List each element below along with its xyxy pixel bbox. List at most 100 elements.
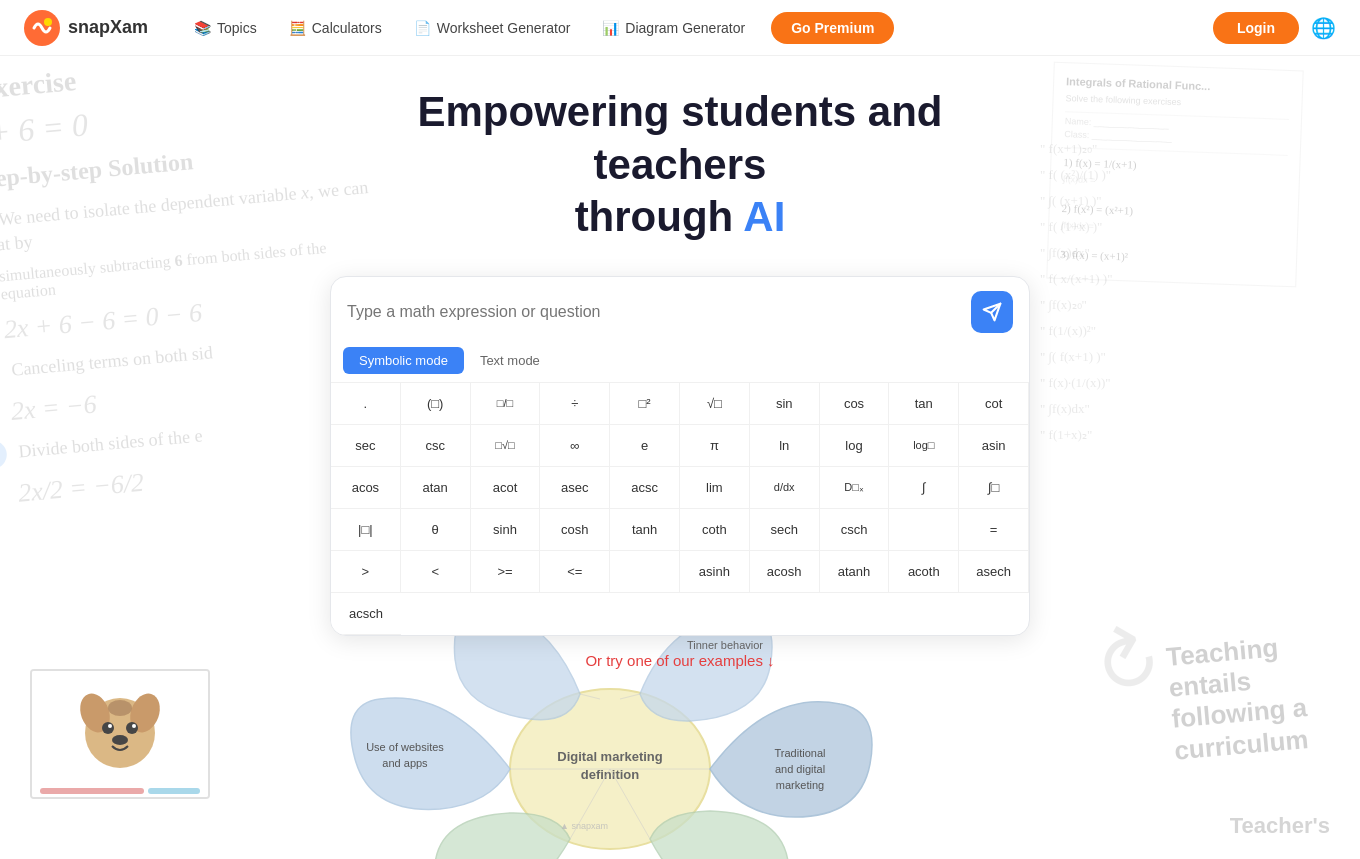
worksheet-paper-title: Integrals of Rational Func... (1066, 75, 1290, 95)
search-box: Symbolic mode Text mode . (□) □/□ ÷ □² √… (330, 276, 1030, 636)
svg-text:definition: definition (581, 767, 640, 782)
math-btn-csc[interactable]: csc (401, 425, 471, 467)
svg-line-25 (610, 769, 650, 839)
headline-part1: Empowering students and teachers (417, 88, 942, 188)
svg-point-9 (112, 735, 128, 745)
math-btn-acsc[interactable]: acsc (610, 467, 680, 509)
math-btn-lim[interactable]: lim (680, 467, 750, 509)
svg-text:and apps: and apps (382, 757, 428, 769)
math-btn-asec[interactable]: asec (540, 467, 610, 509)
math-btn-lte[interactable]: <= (540, 551, 610, 593)
login-button[interactable]: Login (1213, 12, 1299, 44)
math-btn-asinh[interactable]: asinh (680, 551, 750, 593)
math-btn-sin[interactable]: sin (750, 383, 820, 425)
svg-point-1 (44, 18, 52, 26)
math-btn-nthroot[interactable]: □√□ (471, 425, 541, 467)
math-btn-lt[interactable]: < (401, 551, 471, 593)
math-btn-e[interactable]: e (610, 425, 680, 467)
math-btn-tanh[interactable]: tanh (610, 509, 680, 551)
search-input[interactable] (347, 303, 971, 321)
teachers-text: Teacher's (1230, 813, 1330, 839)
math-btn-acosh[interactable]: acosh (750, 551, 820, 593)
math-btn-cot[interactable]: cot (959, 383, 1029, 425)
headline-ai: AI (743, 193, 785, 240)
math-btn-acos[interactable]: acos (331, 467, 401, 509)
topics-icon: 📚 (194, 20, 211, 36)
mode-tabs: Symbolic mode Text mode (331, 347, 1029, 382)
dog-worksheet (30, 669, 210, 799)
svg-text:and digital: and digital (775, 763, 825, 775)
math-btn-sinh[interactable]: sinh (471, 509, 541, 551)
math-btn-acot[interactable]: acot (471, 467, 541, 509)
svg-text:Traditional: Traditional (775, 747, 826, 759)
nav-item-worksheet[interactable]: 📄 Worksheet Generator (400, 12, 585, 44)
math-btn-sech[interactable]: sech (750, 509, 820, 551)
math-btn-sqrt[interactable]: √□ (680, 383, 750, 425)
math-btn-logn[interactable]: log□ (889, 425, 959, 467)
svg-text:Use of websites: Use of websites (366, 741, 444, 753)
send-button[interactable] (971, 291, 1013, 333)
teachers-label: Teacher's (1230, 813, 1330, 839)
math-btn-sec[interactable]: sec (331, 425, 401, 467)
nav-item-topics[interactable]: 📚 Topics (180, 12, 271, 44)
nav-item-calculators[interactable]: 🧮 Calculators (275, 12, 396, 44)
math-btn-eq[interactable]: = (959, 509, 1029, 551)
svg-line-26 (580, 694, 600, 699)
nav-links: 📚 Topics 🧮 Calculators 📄 Worksheet Gener… (180, 12, 1213, 44)
math-btn-paren[interactable]: (□) (401, 383, 471, 425)
math-btn-abs[interactable]: |□| (331, 509, 401, 551)
hero-section: Empowering students and teachers through… (330, 86, 1030, 669)
worksheet-icon: 📄 (414, 20, 431, 36)
svg-text:▲ snapxam: ▲ snapxam (560, 821, 608, 831)
svg-point-6 (126, 722, 138, 734)
math-btn-dot[interactable]: . (331, 383, 401, 425)
math-btn-frac[interactable]: □/□ (471, 383, 541, 425)
svg-point-8 (132, 724, 136, 728)
logo-text: snapXam (68, 17, 148, 38)
math-btn-acsch[interactable]: acsch (331, 593, 401, 635)
math-keyboard: . (□) □/□ ÷ □² √□ sin cos tan cot sec cs… (331, 382, 1029, 635)
math-btn-asech[interactable]: asech (959, 551, 1029, 593)
math-btn-defint[interactable]: ∫□ (959, 467, 1029, 509)
examples-link[interactable]: Or try one of our examples ↓ (330, 652, 1030, 669)
teaching-text: Teaching entails following a curriculum (1165, 627, 1355, 767)
math-btn-sq[interactable]: □² (610, 383, 680, 425)
math-btn-pi[interactable]: π (680, 425, 750, 467)
nav-label-topics: Topics (217, 20, 257, 36)
nav-item-diagram[interactable]: 📊 Diagram Generator (588, 12, 759, 44)
nav-label-worksheet: Worksheet Generator (437, 20, 571, 36)
nav-right: Login 🌐 (1213, 12, 1336, 44)
math-btn-cosh[interactable]: cosh (540, 509, 610, 551)
math-btn-empty2 (610, 551, 680, 593)
tab-text[interactable]: Text mode (464, 347, 556, 374)
math-btn-atan[interactable]: atan (401, 467, 471, 509)
nav-label-diagram: Diagram Generator (625, 20, 745, 36)
math-btn-tan[interactable]: tan (889, 383, 959, 425)
math-btn-gt[interactable]: > (331, 551, 401, 593)
math-btn-coth[interactable]: coth (680, 509, 750, 551)
math-btn-ln[interactable]: ln (750, 425, 820, 467)
logo[interactable]: snapXam (24, 10, 148, 46)
math-btn-log[interactable]: log (820, 425, 890, 467)
language-button[interactable]: 🌐 (1311, 16, 1336, 40)
nav-label-calculators: Calculators (312, 20, 382, 36)
math-btn-theta[interactable]: θ (401, 509, 471, 551)
math-btn-csch[interactable]: csch (820, 509, 890, 551)
math-btn-inf[interactable]: ∞ (540, 425, 610, 467)
dog-image (32, 671, 208, 784)
math-btn-Dx[interactable]: D□ₓ (820, 467, 890, 509)
math-btn-atanh[interactable]: atanh (820, 551, 890, 593)
premium-button[interactable]: Go Premium (771, 12, 894, 44)
math-btn-int[interactable]: ∫ (889, 467, 959, 509)
math-btn-asin[interactable]: asin (959, 425, 1029, 467)
exercise-title: Exercise (0, 65, 77, 105)
calculators-icon: 🧮 (289, 20, 306, 36)
math-btn-div[interactable]: ÷ (540, 383, 610, 425)
math-btn-acoth[interactable]: acoth (889, 551, 959, 593)
math-btn-ddx[interactable]: d/dx (750, 467, 820, 509)
worksheet-paper-sub: Solve the following exercises (1065, 93, 1289, 111)
tab-symbolic[interactable]: Symbolic mode (343, 347, 464, 374)
math-btn-gte[interactable]: >= (471, 551, 541, 593)
teaching-label: Teaching entails following a curriculum (1165, 627, 1355, 767)
math-btn-cos[interactable]: cos (820, 383, 890, 425)
